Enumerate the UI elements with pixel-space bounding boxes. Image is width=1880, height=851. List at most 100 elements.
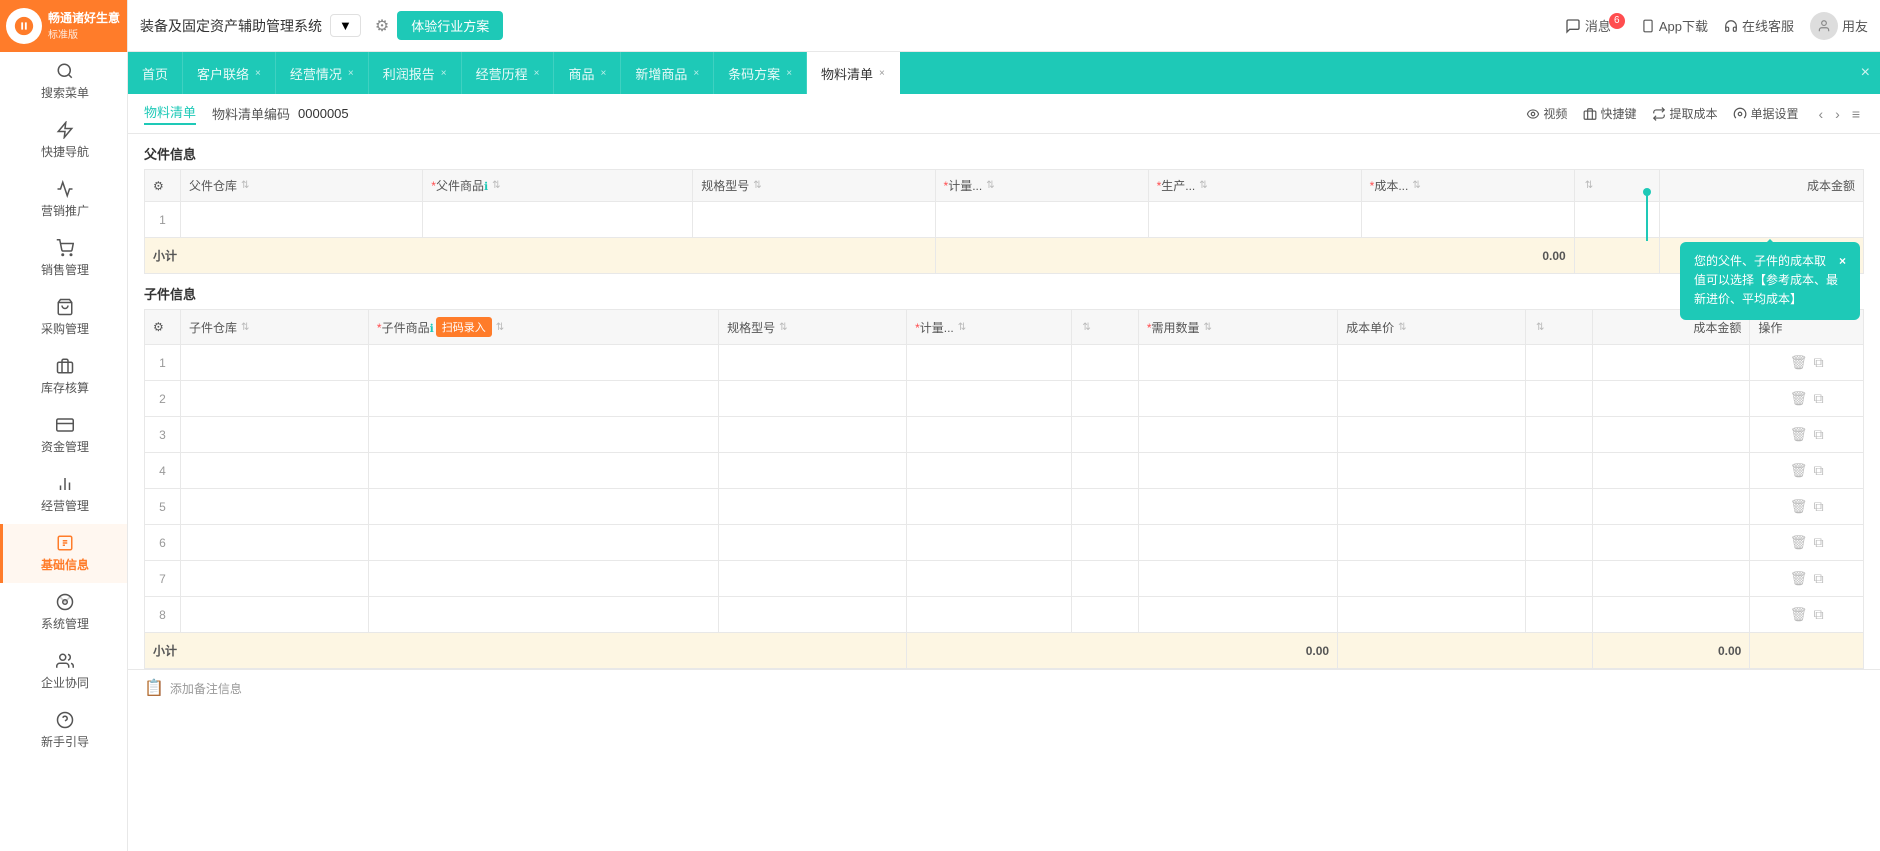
child-row-4-unit[interactable] [907,453,1072,489]
tab-barcode-close[interactable]: × [786,68,792,79]
parent-row-1-produce[interactable] [1148,202,1361,238]
parent-row-1-cost[interactable] [1361,202,1574,238]
copy-icon-8[interactable]: ⧉ [1814,606,1824,623]
nav-menu[interactable]: ≡ [1848,104,1864,124]
copy-icon-4[interactable]: ⧉ [1814,462,1824,479]
copy-icon-5[interactable]: ⧉ [1814,498,1824,515]
scan-btn[interactable]: 扫码录入 [436,317,492,337]
delete-icon-7[interactable]: 🗑 [1790,570,1808,587]
message-btn[interactable]: 消息 6 [1565,16,1625,35]
child-row-4-product[interactable] [368,453,718,489]
child-row-4-extra[interactable] [1072,453,1138,489]
child-row-5-warehouse[interactable] [181,489,369,525]
child-row-6-spec[interactable] [719,525,907,561]
sidebar-item-operations[interactable]: 经营管理 [0,465,127,524]
hint-text[interactable]: 添加备注信息 [170,680,242,697]
child-row-7-qty[interactable] [1138,561,1337,597]
sidebar-item-sales[interactable]: 销售管理 [0,229,127,288]
tab-operations-close[interactable]: × [348,68,354,79]
system-select[interactable]: ▼ [330,14,361,37]
delete-icon-2[interactable]: 🗑 [1790,390,1808,407]
tab-customer-close[interactable]: × [255,68,261,79]
tab-history[interactable]: 经营历程 × [462,52,555,94]
delete-icon-6[interactable]: 🗑 [1790,534,1808,551]
settings-icon[interactable]: ⚙ [375,16,389,36]
tab-operations[interactable]: 经营情况 × [276,52,369,94]
child-row-2-spec[interactable] [719,381,907,417]
delete-icon-8[interactable]: 🗑 [1790,606,1808,623]
child-row-3-product[interactable] [368,417,718,453]
shortcut-btn[interactable]: 快捷键 [1583,105,1636,122]
tab-add-product[interactable]: 新增商品 × [621,52,714,94]
try-btn[interactable]: 体验行业方案 [397,11,503,40]
delete-icon-5[interactable]: 🗑 [1790,498,1808,515]
copy-icon-2[interactable]: ⧉ [1814,390,1824,407]
child-row-3-warehouse[interactable] [181,417,369,453]
child-row-1-product[interactable] [368,345,718,381]
child-row-7-warehouse[interactable] [181,561,369,597]
child-row-3-extra[interactable] [1072,417,1138,453]
child-row-5-extra[interactable] [1072,489,1138,525]
tab-profit-close[interactable]: × [441,68,447,79]
child-row-4-spec[interactable] [719,453,907,489]
single-setting-btn[interactable]: 单据设置 [1733,105,1798,122]
child-row-8-unit-price[interactable] [1338,597,1526,633]
sidebar-item-purchase[interactable]: 采购管理 [0,288,127,347]
tab-bom-close[interactable]: × [879,68,885,79]
child-row-1-warehouse[interactable] [181,345,369,381]
child-row-3-qty[interactable] [1138,417,1337,453]
child-row-6-qty[interactable] [1138,525,1337,561]
app-download-btn[interactable]: App下载 [1641,16,1708,35]
child-row-1-unit[interactable] [907,345,1072,381]
child-row-7-unit-price[interactable] [1338,561,1526,597]
child-row-2-product[interactable] [368,381,718,417]
tab-product-close[interactable]: × [600,68,606,79]
tab-profit[interactable]: 利润报告 × [369,52,462,94]
child-row-3-unit[interactable] [907,417,1072,453]
close-all-tabs[interactable]: × [1851,64,1880,82]
tab-customer[interactable]: 客户联络 × [183,52,276,94]
child-row-2-extra2[interactable] [1526,381,1592,417]
child-row-2-qty[interactable] [1138,381,1337,417]
sidebar-item-marketing[interactable]: 营销推广 [0,170,127,229]
child-row-4-extra2[interactable] [1526,453,1592,489]
child-row-7-spec[interactable] [719,561,907,597]
child-row-5-extra2[interactable] [1526,489,1592,525]
child-row-8-unit[interactable] [907,597,1072,633]
parent-row-1-spec[interactable] [693,202,935,238]
child-row-1-extra2[interactable] [1526,345,1592,381]
child-row-6-unit-price[interactable] [1338,525,1526,561]
tab-barcode[interactable]: 条码方案 × [714,52,807,94]
delete-icon-4[interactable]: 🗑 [1790,462,1808,479]
child-row-3-unit-price[interactable] [1338,417,1526,453]
child-row-1-spec[interactable] [719,345,907,381]
parent-col-gear[interactable]: ⚙ [145,170,181,202]
child-row-6-unit[interactable] [907,525,1072,561]
delete-icon-1[interactable]: 🗑 [1790,354,1808,371]
child-row-8-product[interactable] [368,597,718,633]
tab-bom[interactable]: 物料清单 × [807,52,900,94]
breadcrumb-bom[interactable]: 物料清单 [144,102,196,125]
child-row-1-extra[interactable] [1072,345,1138,381]
child-row-5-unit[interactable] [907,489,1072,525]
child-row-1-unit-price[interactable] [1338,345,1526,381]
sidebar-item-quick-nav[interactable]: 快捷导航 [0,111,127,170]
tooltip-close-btn[interactable]: × [1839,252,1846,271]
child-row-8-spec[interactable] [719,597,907,633]
sidebar-item-finance[interactable]: 资金管理 [0,406,127,465]
child-row-2-extra[interactable] [1072,381,1138,417]
child-row-3-extra2[interactable] [1526,417,1592,453]
child-row-3-spec[interactable] [719,417,907,453]
parent-row-1-product[interactable] [423,202,693,238]
child-row-7-extra[interactable] [1072,561,1138,597]
parent-row-1-unit[interactable] [935,202,1148,238]
tab-add-product-close[interactable]: × [693,68,699,79]
sidebar-item-guide[interactable]: 新手引导 [0,701,127,760]
copy-icon-3[interactable]: ⧉ [1814,426,1824,443]
child-row-5-spec[interactable] [719,489,907,525]
tab-home[interactable]: 首页 [128,52,183,94]
child-row-4-unit-price[interactable] [1338,453,1526,489]
child-row-7-unit[interactable] [907,561,1072,597]
sidebar-item-search[interactable]: 搜索菜单 [0,52,127,111]
delete-icon-3[interactable]: 🗑 [1790,426,1808,443]
